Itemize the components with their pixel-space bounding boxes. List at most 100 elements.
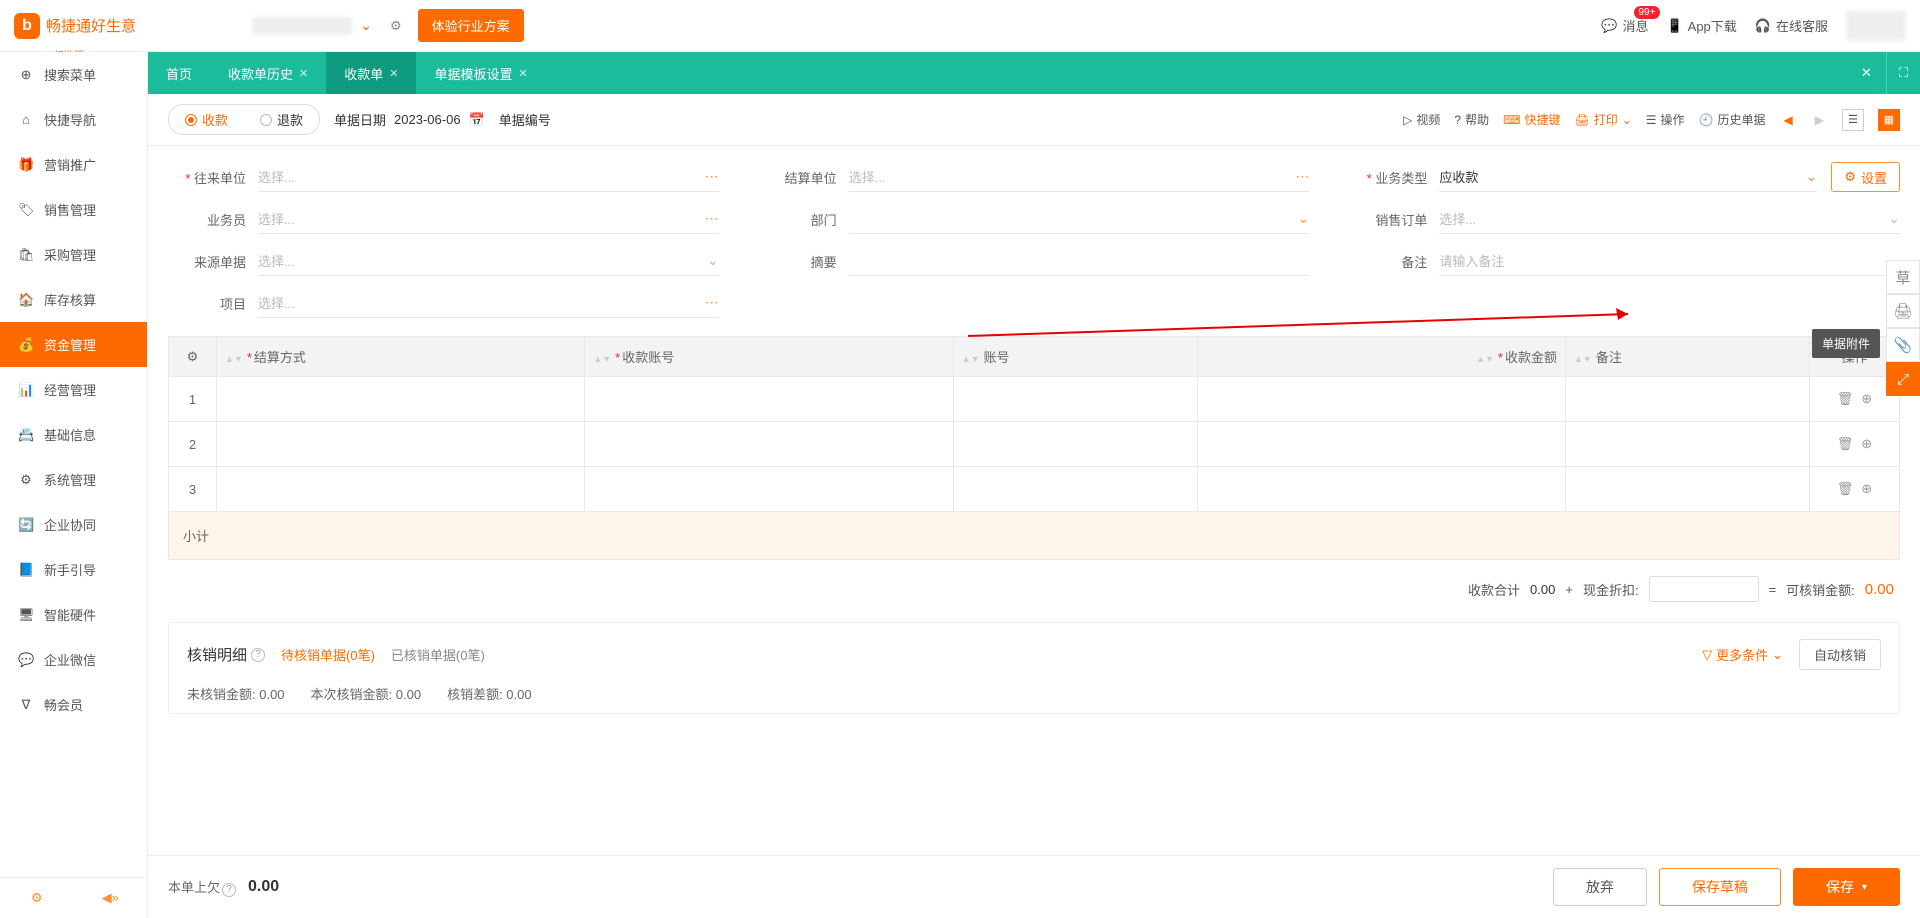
print-template-icon[interactable]: 🖨	[1886, 294, 1920, 328]
help-icon[interactable]: ?	[222, 883, 236, 897]
sidebar-item-资金管理[interactable]: 💰资金管理	[0, 322, 147, 367]
settings-button[interactable]: ⚙设置	[1831, 162, 1900, 192]
input-project[interactable]: 选择...⋯	[258, 288, 719, 318]
input-summary[interactable]	[849, 246, 1310, 276]
history-link[interactable]: 🕘历史单据	[1699, 111, 1766, 128]
tab-收款单历史[interactable]: 收款单历史✕	[210, 52, 326, 94]
sidebar-item-库存核算[interactable]: 🏠库存核算	[0, 277, 147, 322]
shortcut-link[interactable]: ⌨快捷键	[1503, 111, 1560, 128]
sidebar-item-经营管理[interactable]: 📊经营管理	[0, 367, 147, 412]
tab-pending-writeoff[interactable]: 待核销单据(0笔)	[281, 645, 375, 664]
online-service-link[interactable]: 🎧 在线客服	[1755, 16, 1828, 35]
sidebar-item-基础信息[interactable]: 📇基础信息	[0, 412, 147, 457]
sidebar-item-快捷导航[interactable]: ⌂快捷导航	[0, 97, 147, 142]
col-receipt-account[interactable]: ▲▼*收款账号	[585, 337, 953, 377]
tab-单据模板设置[interactable]: 单据模板设置✕	[416, 52, 545, 94]
auto-writeoff-button[interactable]: 自动核销	[1799, 639, 1881, 670]
sidebar-item-企业协同[interactable]: 🔄企业协同	[0, 502, 147, 547]
sidebar-item-搜索菜单[interactable]: ⊕搜索菜单	[0, 52, 147, 97]
delete-row-icon[interactable]: 🗑	[1837, 481, 1854, 496]
expand-icon[interactable]: ⤢	[1886, 362, 1920, 396]
sidebar-item-企业微信[interactable]: 💬企业微信	[0, 637, 147, 682]
radio-refund[interactable]: 退款	[244, 105, 319, 134]
sidebar-item-营销推广[interactable]: 🎁营销推广	[0, 142, 147, 187]
radio-receipt[interactable]: 收款	[169, 105, 244, 134]
sidebar-item-智能硬件[interactable]: 🖥智能硬件	[0, 592, 147, 637]
table-row[interactable]: 1🗑⊕	[169, 377, 1900, 422]
topbar-right: 💬 消息 99+ 📱 App下载 🎧 在线客服	[1601, 11, 1906, 41]
delete-row-icon[interactable]: 🗑	[1837, 436, 1854, 451]
col-remark[interactable]: ▲▼备注	[1565, 337, 1809, 377]
select-dept[interactable]: ⌄	[849, 204, 1310, 234]
sidebar-item-畅会员[interactable]: ∇畅会员	[0, 682, 147, 727]
org-switcher[interactable]: ⌄	[172, 17, 372, 35]
messages-link[interactable]: 💬 消息 99+	[1601, 16, 1648, 35]
select-biz-type[interactable]: 应收款⌄	[1439, 162, 1817, 192]
sidebar-item-新手引导[interactable]: 📘新手引导	[0, 547, 147, 592]
close-icon[interactable]: ✕	[519, 67, 528, 80]
select-source-doc[interactable]: 选择...⌄	[258, 246, 719, 276]
operate-link[interactable]: ☰操作	[1646, 111, 1685, 128]
table-row[interactable]: 2🗑⊕	[169, 422, 1900, 467]
sidebar-item-销售管理[interactable]: 🏷销售管理	[0, 187, 147, 232]
help-link[interactable]: ?帮助	[1454, 111, 1489, 128]
field-remark: 备注 请输入备注	[1349, 246, 1900, 276]
more-icon[interactable]: ⋯	[705, 294, 719, 311]
view-form-toggle[interactable]: ▦	[1878, 109, 1900, 131]
history-next-button[interactable]: ▶	[1811, 113, 1828, 127]
video-label: 视频	[1416, 111, 1440, 128]
tab-收款单[interactable]: 收款单✕	[326, 52, 416, 94]
cash-discount-input[interactable]	[1649, 576, 1759, 602]
print-link[interactable]: 🖨打印 ⌄	[1574, 111, 1631, 128]
trial-industry-button[interactable]: 体验行业方案	[418, 9, 524, 42]
sidebar-collapse-icon[interactable]: ◀»	[74, 878, 148, 918]
tab-首页[interactable]: 首页	[148, 52, 210, 94]
close-icon[interactable]: ✕	[389, 67, 398, 80]
input-settle-unit[interactable]: 选择...⋯	[849, 162, 1310, 192]
chevron-down-icon[interactable]: ⌄	[707, 252, 719, 269]
app-download-link[interactable]: 📱 App下载	[1666, 16, 1736, 35]
message-icon: 💬	[1601, 18, 1617, 34]
sidebar-settings-icon[interactable]: ⚙	[0, 878, 74, 918]
sidebar-item-采购管理[interactable]: 🛍采购管理	[0, 232, 147, 277]
chevron-down-icon[interactable]: ⌄	[1806, 168, 1818, 185]
input-partner[interactable]: 选择...⋯	[258, 162, 719, 192]
more-icon[interactable]: ⋯	[705, 210, 719, 227]
sort-icon: ▲▼	[225, 356, 243, 362]
gear-icon[interactable]: ⚙	[390, 18, 402, 34]
tab-done-writeoff[interactable]: 已核销单据(0笔)	[391, 645, 485, 664]
more-icon[interactable]: ⋯	[705, 168, 719, 185]
chevron-down-icon[interactable]: ⌄	[1888, 210, 1900, 227]
add-row-icon[interactable]: ⊕	[1861, 391, 1872, 406]
more-conditions-link[interactable]: ▽更多条件⌄	[1702, 645, 1783, 664]
add-row-icon[interactable]: ⊕	[1861, 436, 1872, 451]
calendar-icon[interactable]: 📅	[469, 112, 485, 128]
col-account[interactable]: ▲▼账号	[953, 337, 1197, 377]
input-salesman[interactable]: 选择...⋯	[258, 204, 719, 234]
table-gear-header[interactable]: ⚙	[169, 337, 217, 377]
draft-icon[interactable]: 草	[1886, 260, 1920, 294]
more-icon[interactable]: ⋯	[1295, 168, 1309, 185]
history-prev-button[interactable]: ◀	[1780, 113, 1797, 127]
fullscreen-icon[interactable]: ⛶	[1886, 52, 1920, 94]
table-row[interactable]: 3🗑⊕	[169, 467, 1900, 512]
video-link[interactable]: ▷视频	[1403, 111, 1440, 128]
input-sales-order[interactable]: 选择...⌄	[1439, 204, 1900, 234]
user-avatar-redacted[interactable]	[1846, 11, 1906, 41]
save-draft-button[interactable]: 保存草稿	[1659, 868, 1781, 906]
doc-date-value[interactable]: 2023-06-06	[394, 112, 461, 127]
discard-button[interactable]: 放弃	[1553, 868, 1647, 906]
view-list-toggle[interactable]: ☰	[1842, 109, 1864, 131]
col-settle-method[interactable]: ▲▼*结算方式	[217, 337, 585, 377]
attachment-icon[interactable]: 📎	[1886, 328, 1920, 362]
tab-close-all[interactable]: ✕	[1847, 52, 1886, 94]
help-icon[interactable]: ?	[251, 648, 265, 662]
delete-row-icon[interactable]: 🗑	[1837, 391, 1854, 406]
col-receipt-amount[interactable]: ▲▼*收款金额	[1197, 337, 1565, 377]
close-icon[interactable]: ✕	[299, 67, 308, 80]
chevron-down-icon[interactable]: ⌄	[1298, 210, 1310, 227]
save-button[interactable]: 保存▾	[1793, 868, 1900, 906]
input-remark[interactable]: 请输入备注	[1439, 246, 1900, 276]
add-row-icon[interactable]: ⊕	[1861, 481, 1872, 496]
sidebar-item-系统管理[interactable]: ⚙系统管理	[0, 457, 147, 502]
